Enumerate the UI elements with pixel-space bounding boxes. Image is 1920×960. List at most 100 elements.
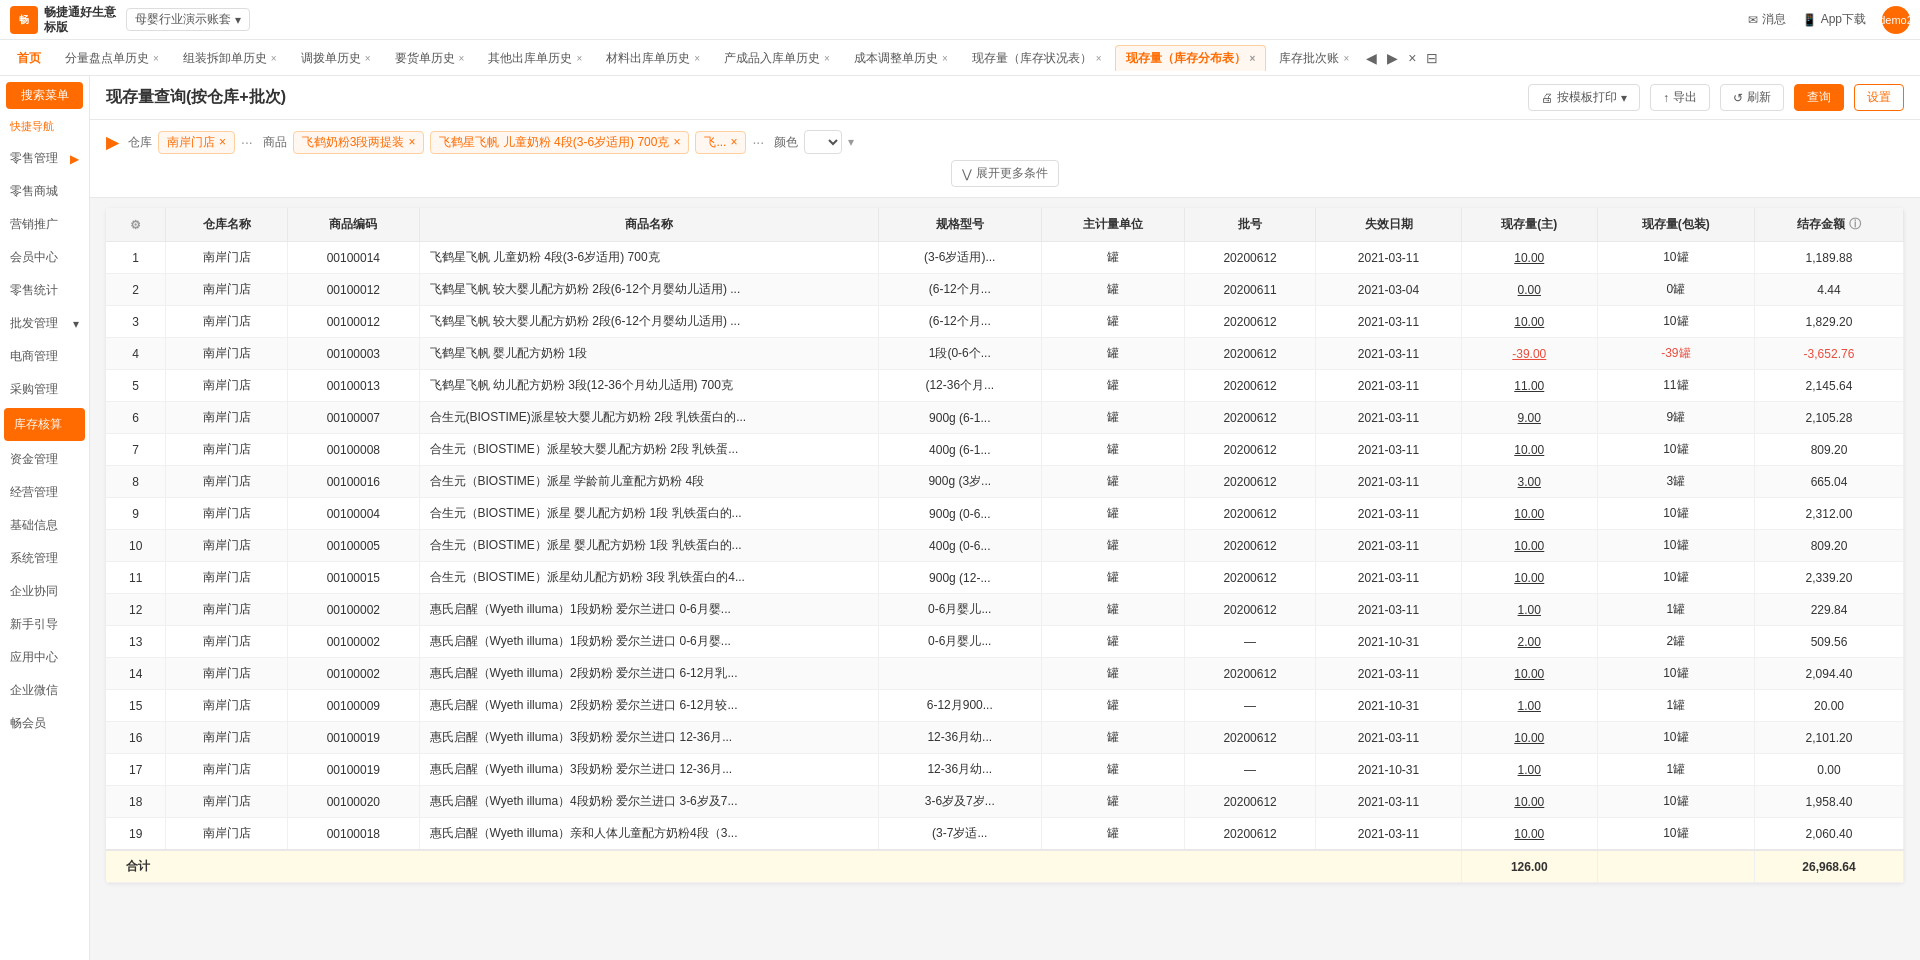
tab-prev-btn[interactable]: ◀ — [1362, 48, 1381, 68]
footer-total-amount: 26,968.64 — [1754, 850, 1903, 883]
cell-qty-main[interactable]: 10.00 — [1461, 242, 1597, 274]
cell-qty-main[interactable]: 10.00 — [1461, 786, 1597, 818]
sidebar-item-guide[interactable]: 新手引导 — [0, 608, 89, 641]
sidebar-item-retail-mgmt[interactable]: 零售管理 ▶ — [0, 142, 89, 175]
tab-4[interactable]: 要货单历史 × — [384, 45, 476, 71]
filter-expand-arrow[interactable]: ▶ — [106, 133, 118, 152]
product-close-icon-1[interactable]: × — [408, 135, 415, 149]
sidebar-item-inventory[interactable]: 库存核算 — [4, 408, 85, 441]
cell-qty-main[interactable]: 10.00 — [1461, 306, 1597, 338]
search-menu-btn[interactable]: 搜索菜单 — [6, 82, 83, 109]
tab-close-icon[interactable]: × — [942, 53, 948, 64]
sidebar-item-retail-mall[interactable]: 零售商城 — [0, 175, 89, 208]
tab-close-icon[interactable]: × — [694, 53, 700, 64]
cell-qty-main[interactable]: 10.00 — [1461, 722, 1597, 754]
tab-home[interactable]: 首页 — [6, 45, 52, 71]
tab-close-icon[interactable]: × — [153, 53, 159, 64]
tab-5[interactable]: 其他出库单历史 × — [477, 45, 593, 71]
cell-batch: 20200612 — [1184, 242, 1315, 274]
sidebar-item-operations[interactable]: 经营管理 — [0, 476, 89, 509]
cell-qty-main[interactable]: 10.00 — [1461, 434, 1597, 466]
cell-qty-main[interactable]: 11.00 — [1461, 370, 1597, 402]
cell-qty-main[interactable]: 3.00 — [1461, 466, 1597, 498]
cell-amount: 2,101.20 — [1754, 722, 1903, 754]
tab-close-icon[interactable]: × — [365, 53, 371, 64]
tab-8[interactable]: 成本调整单历史 × — [843, 45, 959, 71]
tab-close-icon[interactable]: × — [1343, 53, 1349, 64]
cell-qty-main[interactable]: 10.00 — [1461, 562, 1597, 594]
footer-empty — [1597, 850, 1754, 883]
tab-close-icon[interactable]: × — [459, 53, 465, 64]
warehouse-tag[interactable]: 南岸门店 × — [158, 131, 235, 154]
product-close-icon-3[interactable]: × — [730, 135, 737, 149]
cell-qty-main[interactable]: 10.00 — [1461, 530, 1597, 562]
sidebar-item-marketing[interactable]: 营销推广 — [0, 208, 89, 241]
refresh-btn[interactable]: ↺ 刷新 — [1720, 84, 1784, 111]
category-select[interactable]: 母婴行业演示账套 ▾ — [126, 8, 250, 31]
sidebar-item-enterprise-wechat[interactable]: 企业微信 — [0, 674, 89, 707]
sidebar-item-purchase[interactable]: 采购管理 — [0, 373, 89, 406]
sidebar-item-finance[interactable]: 资金管理 — [0, 443, 89, 476]
cell-qty-main[interactable]: 1.00 — [1461, 690, 1597, 722]
product-ellipsis[interactable]: ··· — [752, 134, 764, 150]
cell-qty-main[interactable]: 0.00 — [1461, 274, 1597, 306]
tab-close-icon[interactable]: × — [271, 53, 277, 64]
tab-close-icon[interactable]: × — [576, 53, 582, 64]
tab-6[interactable]: 材料出库单历史 × — [595, 45, 711, 71]
cell-qty-main[interactable]: 2.00 — [1461, 626, 1597, 658]
tab-9[interactable]: 现存量（库存状况表） × — [961, 45, 1113, 71]
print-btn[interactable]: 🖨 按模板打印 ▾ — [1528, 84, 1640, 111]
cell-spec: 400g (0-6... — [878, 530, 1041, 562]
expand-more-btn[interactable]: ⋁ 展开更多条件 — [951, 160, 1059, 187]
table-row: 18 南岸门店 00100020 惠氏启醒（Wyeth illuma）4段奶粉 … — [106, 786, 1904, 818]
tab-2[interactable]: 组装拆卸单历史 × — [172, 45, 288, 71]
warehouse-close-icon[interactable]: × — [219, 135, 226, 149]
tab-close-icon[interactable]: × — [1096, 53, 1102, 64]
app-download-btn[interactable]: 📱 App下载 — [1802, 11, 1866, 28]
tab-next-btn[interactable]: ▶ — [1383, 48, 1402, 68]
cell-qty-main[interactable]: 10.00 — [1461, 818, 1597, 851]
info-icon[interactable]: ⓘ — [1849, 217, 1861, 231]
settings-icon[interactable]: ⚙ — [130, 218, 141, 232]
cell-qty-main[interactable]: 10.00 — [1461, 658, 1597, 690]
tab-11[interactable]: 库存批次账 × — [1268, 45, 1360, 71]
user-avatar[interactable]: demo2 — [1882, 6, 1910, 34]
query-btn[interactable]: 查询 — [1794, 84, 1844, 111]
product-tag-2[interactable]: 飞鹤星飞帆 儿童奶粉 4段(3-6岁适用) 700克 × — [430, 131, 689, 154]
cell-qty-main[interactable]: 1.00 — [1461, 594, 1597, 626]
th-settings[interactable]: ⚙ — [106, 208, 166, 242]
sidebar-item-system[interactable]: 系统管理 — [0, 542, 89, 575]
settings-btn[interactable]: 设置 — [1854, 84, 1904, 111]
cell-qty-pkg: 9罐 — [1597, 402, 1754, 434]
tab-3[interactable]: 调拨单历史 × — [290, 45, 382, 71]
product-tag-1[interactable]: 飞鹤奶粉3段两提装 × — [293, 131, 425, 154]
cell-expire: 2021-03-11 — [1316, 466, 1462, 498]
quick-nav-btn[interactable]: 快捷导航 — [0, 115, 89, 138]
tab-close-icon[interactable]: × — [1250, 53, 1256, 64]
cell-unit: 罐 — [1041, 434, 1184, 466]
color-select[interactable] — [804, 130, 842, 154]
sidebar-item-wholesale[interactable]: 批发管理 ▾ — [0, 307, 89, 340]
tab-10-active[interactable]: 现存量（库存分布表） × — [1115, 45, 1267, 71]
sidebar-item-member2[interactable]: 畅会员 — [0, 707, 89, 740]
tab-7[interactable]: 产成品入库单历史 × — [713, 45, 841, 71]
tab-1[interactable]: 分量盘点单历史 × — [54, 45, 170, 71]
cell-qty-main[interactable]: 10.00 — [1461, 498, 1597, 530]
message-btn[interactable]: ✉ 消息 — [1748, 11, 1786, 28]
sidebar-item-ecommerce[interactable]: 电商管理 — [0, 340, 89, 373]
sidebar-item-retail-stats[interactable]: 零售统计 — [0, 274, 89, 307]
sidebar-item-member[interactable]: 会员中心 — [0, 241, 89, 274]
cell-qty-main[interactable]: 9.00 — [1461, 402, 1597, 434]
cell-qty-main[interactable]: 1.00 — [1461, 754, 1597, 786]
tab-close-icon[interactable]: × — [824, 53, 830, 64]
warehouse-ellipsis[interactable]: ··· — [241, 134, 253, 150]
product-tag-3[interactable]: 飞... × — [695, 131, 746, 154]
product-close-icon-2[interactable]: × — [673, 135, 680, 149]
tab-menu-btn[interactable]: ⊟ — [1422, 48, 1442, 68]
sidebar-item-basic-info[interactable]: 基础信息 — [0, 509, 89, 542]
export-btn[interactable]: ↑ 导出 — [1650, 84, 1710, 111]
tab-close-all-btn[interactable]: × — [1404, 48, 1420, 68]
sidebar-item-app-center[interactable]: 应用中心 — [0, 641, 89, 674]
sidebar-item-enterprise[interactable]: 企业协同 — [0, 575, 89, 608]
cell-qty-main[interactable]: -39.00 — [1461, 338, 1597, 370]
